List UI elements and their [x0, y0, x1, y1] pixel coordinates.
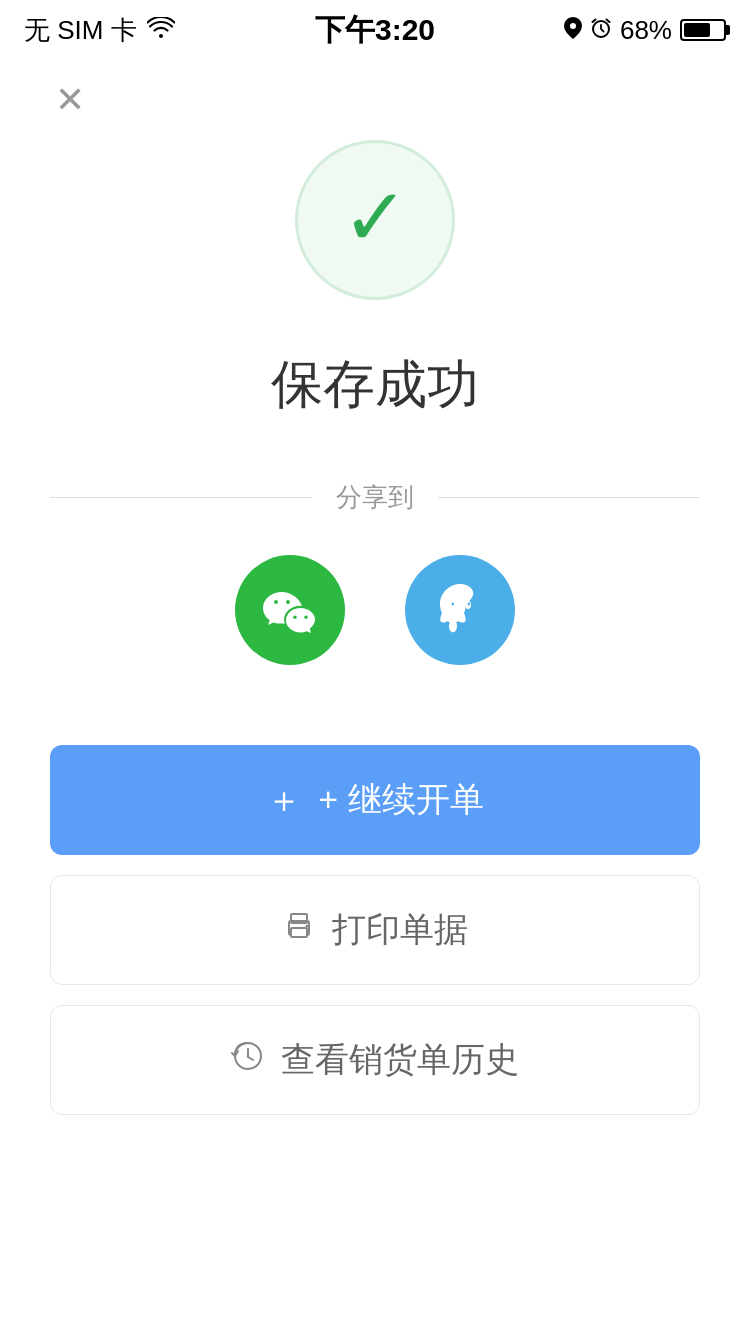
svg-point-0 [570, 23, 576, 29]
status-time: 下午3:20 [315, 10, 435, 51]
success-title: 保存成功 [271, 350, 479, 420]
printer-icon [282, 909, 316, 951]
battery-percentage: 68% [620, 15, 672, 46]
checkmark-icon: ✓ [342, 178, 409, 258]
print-label: 打印单据 [332, 907, 468, 953]
divider-right [438, 497, 700, 498]
close-icon: ✕ [55, 82, 85, 118]
qq-icon [428, 578, 492, 642]
wifi-icon [147, 15, 175, 46]
continue-label: + 继续开单 [318, 777, 483, 823]
status-right: 68% [564, 15, 726, 46]
plus-icon: ＋ [266, 776, 302, 825]
svg-rect-8 [291, 928, 307, 937]
success-circle: ✓ [295, 140, 455, 300]
status-left: 无 SIM 卡 [24, 13, 175, 48]
share-icons [235, 555, 515, 665]
history-label: 查看销货单历史 [281, 1037, 519, 1083]
divider-left [50, 497, 312, 498]
status-bar: 无 SIM 卡 下午3:20 68% [0, 0, 750, 60]
history-button[interactable]: 查看销货单历史 [50, 1005, 700, 1115]
no-sim-text: 无 SIM 卡 [24, 13, 137, 48]
battery-icon [680, 19, 726, 41]
action-buttons: ＋ + 继续开单 打印单据 [0, 745, 750, 1115]
share-divider: 分享到 [0, 480, 750, 515]
alarm-icon [590, 15, 612, 46]
close-button[interactable]: ✕ [40, 70, 100, 130]
svg-point-5 [468, 602, 470, 605]
svg-point-9 [306, 925, 309, 928]
share-label: 分享到 [312, 480, 438, 515]
qq-share-button[interactable] [405, 555, 515, 665]
wechat-share-button[interactable] [235, 555, 345, 665]
location-icon [564, 15, 582, 46]
history-icon [231, 1039, 265, 1081]
main-content: ✓ 保存成功 分享到 [0, 60, 750, 1115]
continue-button[interactable]: ＋ + 继续开单 [50, 745, 700, 855]
wechat-icon [258, 578, 322, 642]
print-button[interactable]: 打印单据 [50, 875, 700, 985]
svg-point-4 [452, 602, 454, 605]
